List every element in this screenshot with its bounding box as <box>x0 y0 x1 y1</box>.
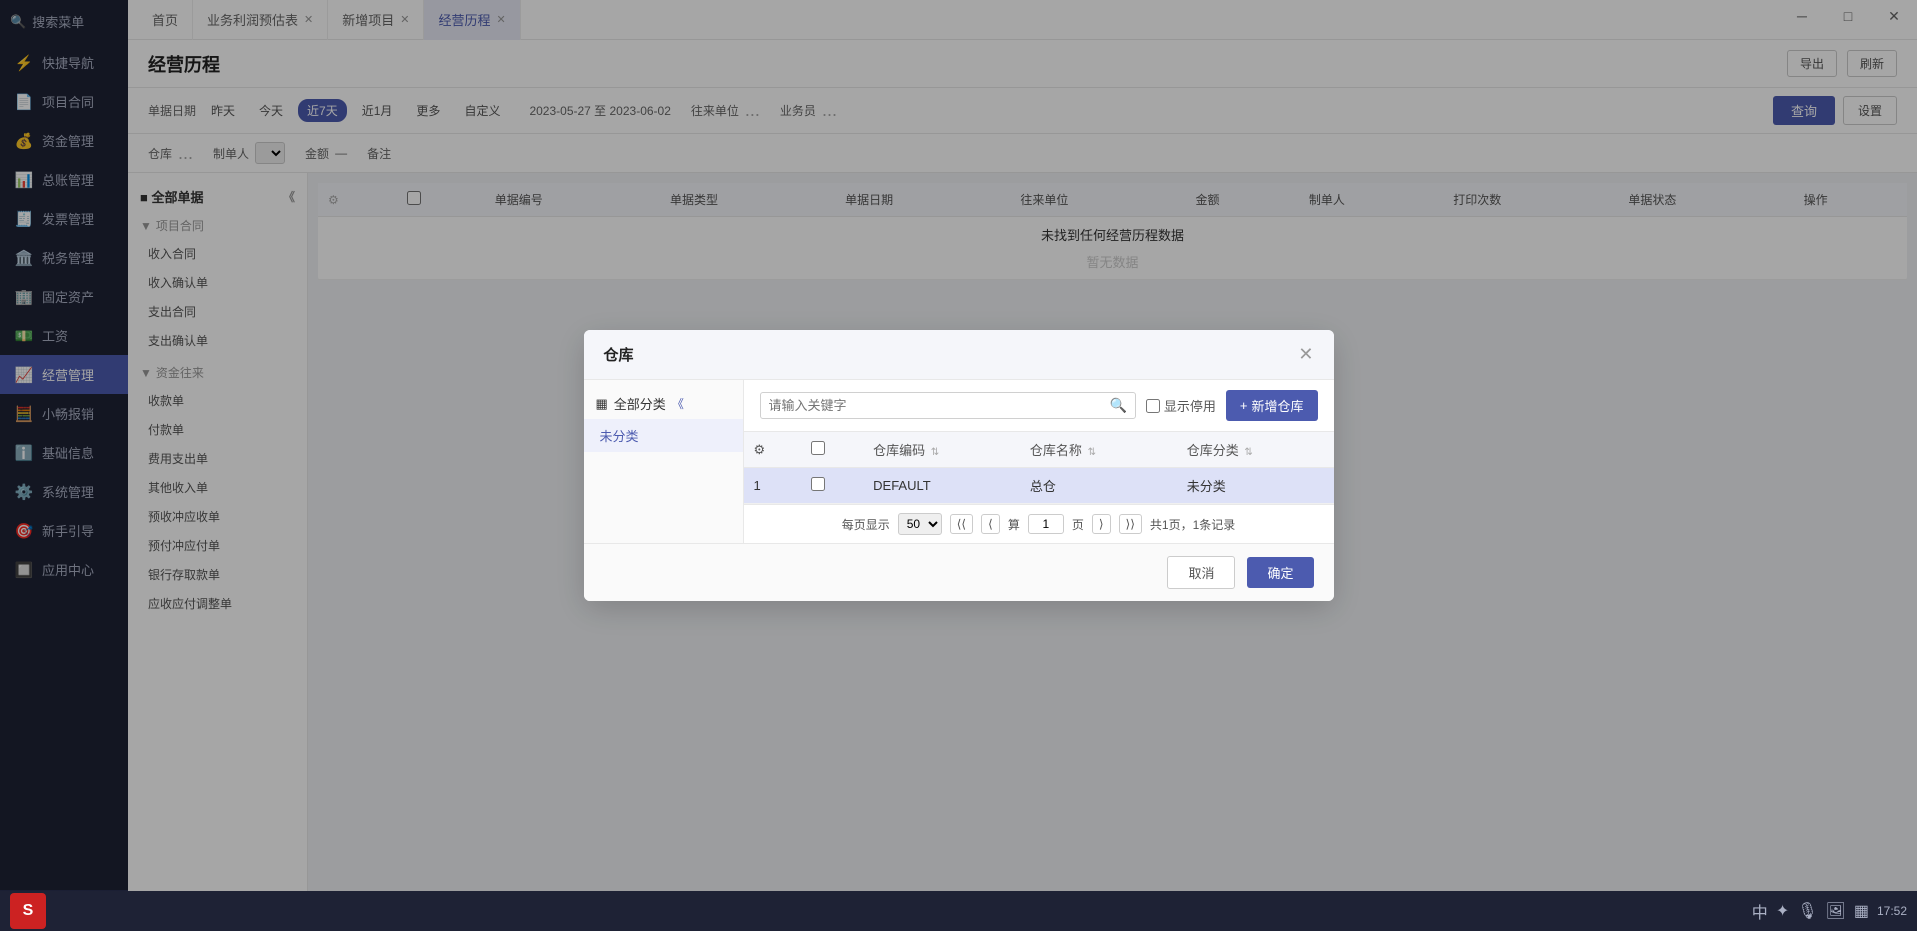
modal-header: 仓库 ✕ <box>584 330 1334 380</box>
taskbar-star-icon[interactable]: ✦ <box>1776 901 1789 921</box>
code-sort-icon[interactable]: ⇅ <box>931 447 939 458</box>
taskbar-s-icon: S <box>23 902 34 920</box>
modal-prev-page[interactable]: ⟨ <box>981 514 1000 534</box>
modal-table: ⚙ 仓库编码 ⇅ 仓库名称 ⇅ <box>744 432 1334 504</box>
modal-search-icon: 🔍 <box>1109 397 1126 414</box>
uncategorized-label: 未分类 <box>600 429 639 444</box>
modal-title: 仓库 <box>604 344 634 365</box>
modal-col-category: 仓库分类 ⇅ <box>1177 432 1334 468</box>
taskbar: S 中 ✦ 🎙 🖼 ▦ 17:52 <box>0 891 1917 931</box>
warehouse-modal: 仓库 ✕ ▦ 全部分类 《 未分类 <box>584 330 1334 601</box>
taskbar-time: 17:52 <box>1877 904 1907 918</box>
left-panel-collapse-icon[interactable]: 《 <box>672 395 684 412</box>
modal-gear-icon[interactable]: ⚙ <box>754 442 766 457</box>
category-sort-icon[interactable]: ⇅ <box>1244 447 1252 458</box>
modal-next-page[interactable]: ⟩ <box>1092 514 1111 534</box>
modal-col-code: 仓库编码 ⇅ <box>863 432 1020 468</box>
modal-last-page[interactable]: ⟩⟩ <box>1119 514 1142 534</box>
all-categories-label: 全部分类 <box>614 394 666 413</box>
taskbar-grid-icon[interactable]: ▦ <box>1854 901 1869 921</box>
add-warehouse-button[interactable]: + 新增仓库 <box>1226 390 1318 421</box>
modal-toolbar: 🔍 显示停用 + 新增仓库 <box>744 380 1334 432</box>
modal-first-page[interactable]: ⟨⟨ <box>950 514 973 534</box>
show-disabled-label[interactable]: 显示停用 <box>1146 396 1216 415</box>
modal-page-input[interactable] <box>1028 514 1064 534</box>
modal-left-all-categories[interactable]: ▦ 全部分类 《 <box>584 388 743 419</box>
taskbar-app-s[interactable]: S <box>10 893 46 929</box>
row-category: 未分类 <box>1177 468 1334 504</box>
all-categories-icon: ▦ <box>596 396 608 412</box>
taskbar-mic-icon[interactable]: 🎙 <box>1797 901 1817 921</box>
row-check <box>801 468 863 504</box>
modal-col-gear: ⚙ <box>744 432 802 468</box>
modal-table-area: ⚙ 仓库编码 ⇅ 仓库名称 ⇅ <box>744 432 1334 504</box>
modal-col-name: 仓库名称 ⇅ <box>1020 432 1177 468</box>
modal-page-size-select[interactable]: 50 <box>898 513 942 535</box>
modal-confirm-button[interactable]: 确定 <box>1247 557 1313 588</box>
modal-close-button[interactable]: ✕ <box>1298 344 1313 365</box>
modal-footer: 取消 确定 <box>584 543 1334 601</box>
row-code: DEFAULT <box>863 468 1020 504</box>
plus-icon: + <box>1240 398 1248 413</box>
modal-search-box[interactable]: 🔍 <box>760 392 1136 419</box>
modal-right: 🔍 显示停用 + 新增仓库 <box>744 380 1334 543</box>
row-checkbox[interactable] <box>811 477 825 491</box>
modal-page-suffix: 页 <box>1072 516 1084 533</box>
row-name: 总仓 <box>1020 468 1177 504</box>
taskbar-gallery-icon[interactable]: 🖼 <box>1826 901 1846 921</box>
taskbar-icons: 中 ✦ 🎙 🖼 ▦ 17:52 <box>1752 899 1907 923</box>
show-disabled-checkbox[interactable] <box>1146 399 1160 413</box>
name-sort-icon[interactable]: ⇅ <box>1088 447 1096 458</box>
modal-per-page-label: 每页显示 <box>842 516 890 533</box>
row-index: 1 <box>744 468 802 504</box>
modal-search-input[interactable] <box>769 398 1104 413</box>
modal-pagination: 每页显示 50 ⟨⟨ ⟨ 算 页 ⟩ ⟩⟩ 共1页，1条记录 <box>744 504 1334 543</box>
modal-overlay[interactable]: 仓库 ✕ ▦ 全部分类 《 未分类 <box>0 0 1917 931</box>
modal-col-check <box>801 432 863 468</box>
modal-left-panel: ▦ 全部分类 《 未分类 <box>584 380 744 543</box>
modal-table-row[interactable]: 1 DEFAULT 总仓 未分类 <box>744 468 1334 504</box>
taskbar-zh-icon[interactable]: 中 <box>1752 899 1768 923</box>
modal-body: ▦ 全部分类 《 未分类 🔍 显示停用 <box>584 380 1334 543</box>
modal-left-uncategorized[interactable]: 未分类 <box>584 419 743 452</box>
modal-total-text: 共1页，1条记录 <box>1150 516 1235 533</box>
add-warehouse-label: 新增仓库 <box>1251 396 1303 415</box>
modal-cancel-button[interactable]: 取消 <box>1167 556 1235 589</box>
modal-select-all[interactable] <box>811 441 825 455</box>
show-disabled-text: 显示停用 <box>1164 396 1216 415</box>
modal-page-label: 算 <box>1008 516 1020 533</box>
